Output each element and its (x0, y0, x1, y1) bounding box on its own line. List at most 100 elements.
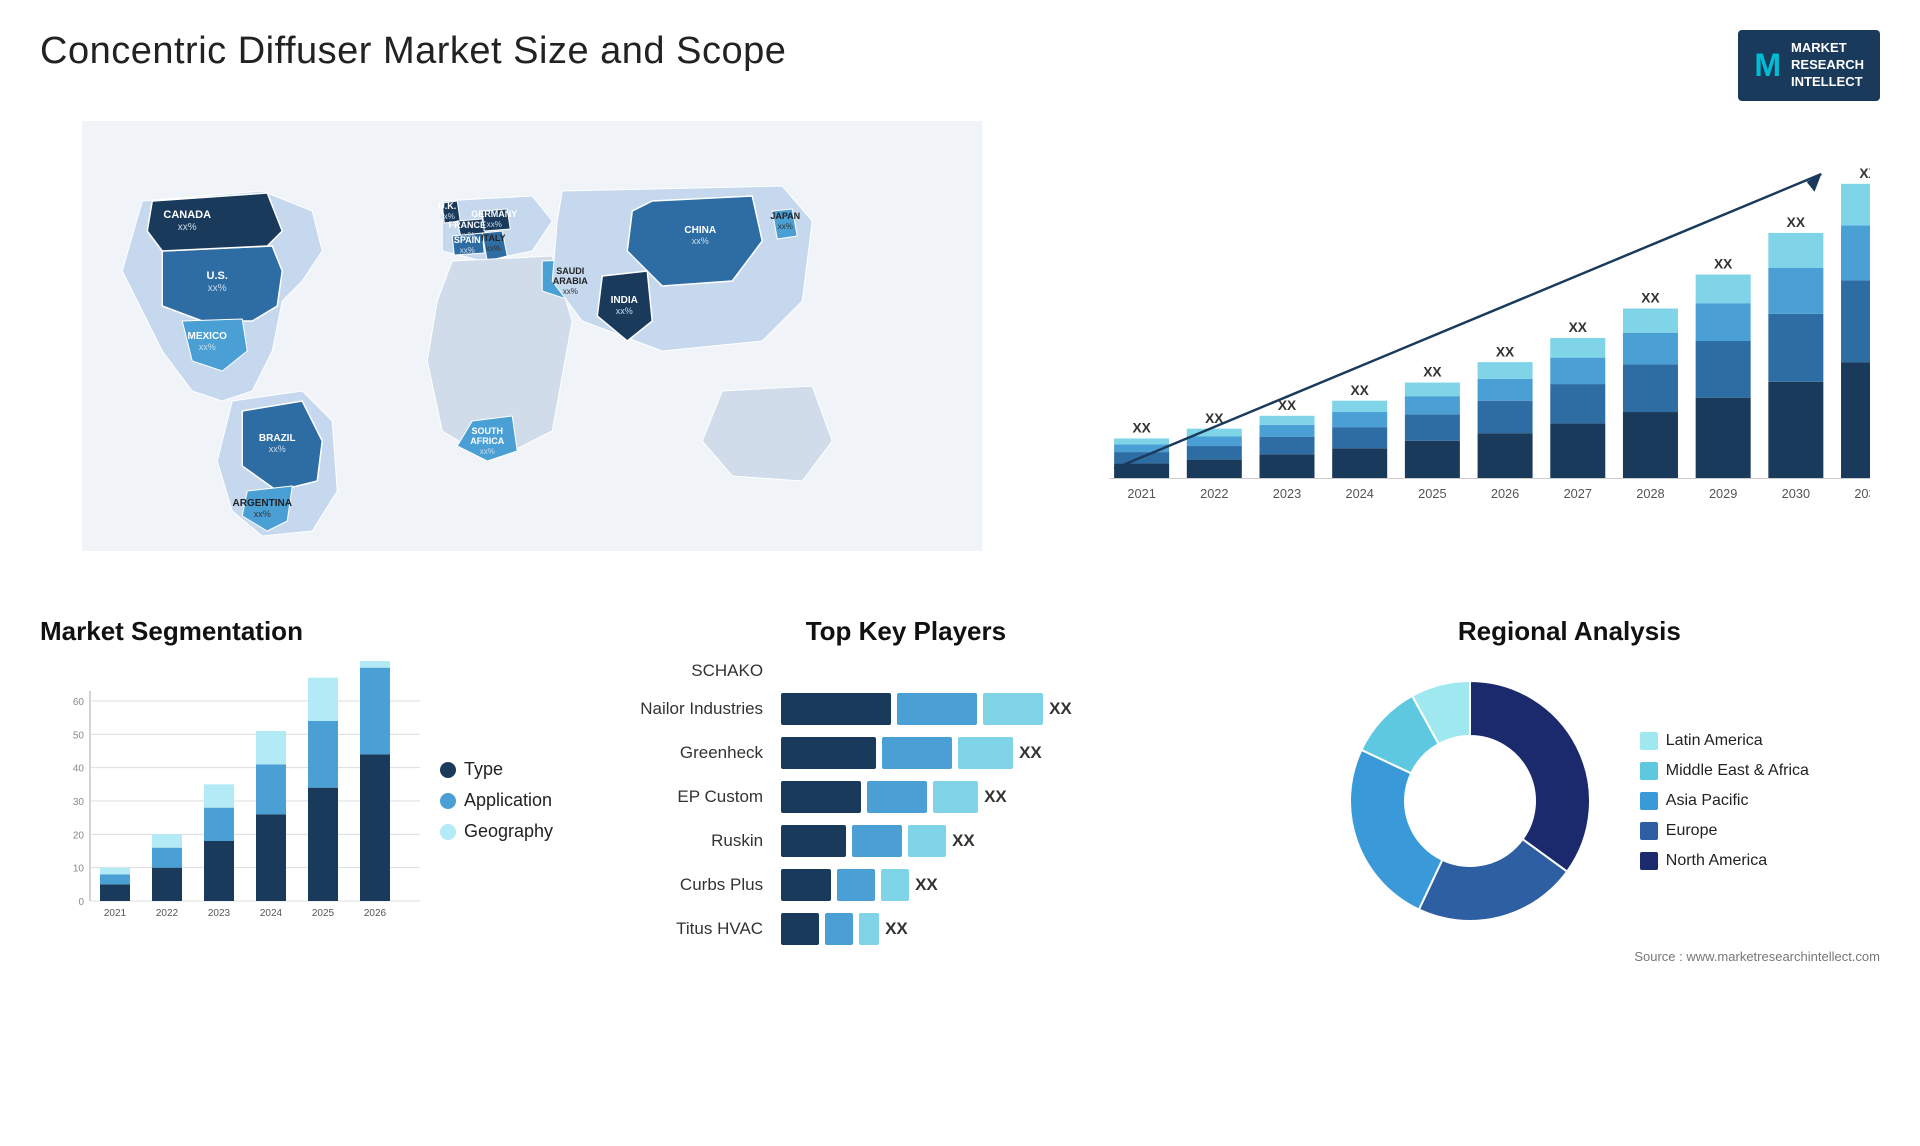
svg-text:SPAIN: SPAIN (454, 235, 481, 245)
player-bar-wrap: XX (781, 825, 1239, 857)
svg-text:ARGENTINA: ARGENTINA (233, 498, 292, 509)
svg-text:2021: 2021 (104, 908, 127, 919)
player-name: Titus HVAC (573, 919, 773, 939)
svg-text:GERMANY: GERMANY (471, 209, 517, 219)
legend-dot-icon (440, 793, 456, 809)
svg-text:60: 60 (73, 697, 85, 708)
svg-text:2021: 2021 (1127, 486, 1155, 501)
player-name: Curbs Plus (573, 875, 773, 895)
player-xx-label: XX (984, 787, 1007, 807)
player-bar (908, 825, 946, 857)
svg-text:MEXICO: MEXICO (188, 331, 228, 342)
svg-text:2025: 2025 (312, 908, 335, 919)
svg-text:U.K.: U.K. (438, 201, 456, 211)
player-bar (781, 781, 861, 813)
svg-text:XX: XX (1786, 215, 1805, 230)
source-line: Source : www.marketresearchintellect.com (1259, 949, 1880, 964)
donut-legend-color-icon (1640, 852, 1658, 870)
donut-legend-color-icon (1640, 732, 1658, 750)
svg-text:AFRICA: AFRICA (470, 436, 504, 446)
player-row: Titus HVAC XX (573, 913, 1239, 945)
player-name: SCHAKO (573, 661, 773, 681)
svg-text:2023: 2023 (208, 908, 231, 919)
growth-chart-container: XXXXXXXXXXXXXXXXXXXXXX 20212022202320242… (1045, 121, 1881, 586)
donut-legend-label: North America (1666, 852, 1767, 870)
player-bar-wrap: XX (781, 781, 1239, 813)
svg-text:INDIA: INDIA (611, 295, 638, 306)
svg-text:XX: XX (1132, 420, 1151, 435)
svg-text:xx%: xx% (778, 222, 793, 231)
legend-label: Geography (464, 821, 553, 842)
player-bar (837, 869, 875, 901)
player-row: SCHAKO (573, 661, 1239, 681)
svg-text:XX: XX (1423, 364, 1442, 379)
svg-text:xx%: xx% (208, 283, 227, 294)
svg-text:2029: 2029 (1708, 486, 1736, 501)
player-name: Nailor Industries (573, 699, 773, 719)
svg-text:xx%: xx% (563, 287, 578, 296)
svg-text:2022: 2022 (1200, 486, 1228, 501)
donut-legend-color-icon (1640, 762, 1658, 780)
logo: M MARKET RESEARCH INTELLECT (1738, 30, 1880, 101)
legend-item: Application (440, 790, 553, 811)
svg-text:2030: 2030 (1781, 486, 1809, 501)
donut-svg (1330, 661, 1610, 941)
donut-legend-color-icon (1640, 792, 1658, 810)
player-xx-label: XX (1049, 699, 1072, 719)
page-header: Concentric Diffuser Market Size and Scop… (40, 30, 1880, 101)
player-bar-wrap: XX (781, 693, 1239, 725)
svg-text:xx%: xx% (254, 509, 271, 519)
top-section: CANADA xx% U.S. xx% MEXICO xx% BRAZIL xx… (40, 121, 1880, 586)
segmentation-legend: TypeApplicationGeography (440, 759, 553, 842)
donut-legend-item: Latin America (1640, 732, 1809, 750)
svg-text:XX: XX (1350, 382, 1369, 397)
player-row: Greenheck XX (573, 737, 1239, 769)
svg-text:XX: XX (1859, 166, 1870, 181)
legend-item: Geography (440, 821, 553, 842)
svg-text:JAPAN: JAPAN (770, 211, 800, 221)
player-bar (781, 825, 846, 857)
player-bar (781, 737, 876, 769)
svg-text:XX: XX (1641, 290, 1660, 305)
map-svg: CANADA xx% U.S. xx% MEXICO xx% BRAZIL xx… (40, 121, 1025, 551)
donut-legend-item: Asia Pacific (1640, 792, 1809, 810)
donut-legend-item: North America (1640, 852, 1809, 870)
svg-text:xx%: xx% (692, 236, 709, 246)
svg-text:0: 0 (78, 897, 84, 908)
donut-legend-label: Middle East & Africa (1666, 762, 1809, 780)
svg-text:2026: 2026 (1490, 486, 1518, 501)
donut-legend-item: Middle East & Africa (1640, 762, 1809, 780)
svg-text:2031: 2031 (1854, 486, 1870, 501)
player-bar (897, 693, 977, 725)
donut-legend-color-icon (1640, 822, 1658, 840)
player-bar-wrap: XX (781, 913, 1239, 945)
logo-m-icon: M (1754, 47, 1781, 84)
segmentation-title: Market Segmentation (40, 616, 553, 647)
svg-text:SAUDI: SAUDI (556, 266, 584, 276)
player-bar-wrap: XX (781, 737, 1239, 769)
player-xx-label: XX (1019, 743, 1042, 763)
bottom-section: Market Segmentation 01020304050602021202… (40, 616, 1880, 964)
player-row: Curbs Plus XX (573, 869, 1239, 901)
svg-text:40: 40 (73, 763, 85, 774)
players-table: SCHAKO Nailor Industries XX Greenheck XX EP C… (573, 661, 1239, 945)
player-name: Greenheck (573, 743, 773, 763)
player-bar (781, 913, 819, 945)
svg-text:10: 10 (73, 863, 85, 874)
player-name: EP Custom (573, 787, 773, 807)
svg-text:2028: 2028 (1636, 486, 1664, 501)
donut-legend: Latin America Middle East & Africa Asia Pa… (1640, 732, 1809, 870)
svg-text:xx%: xx% (178, 222, 197, 233)
svg-text:SOUTH: SOUTH (472, 426, 504, 436)
player-bar (781, 693, 891, 725)
player-xx-label: XX (915, 875, 938, 895)
svg-text:xx%: xx% (487, 220, 502, 229)
player-bar (867, 781, 927, 813)
svg-text:ARABIA: ARABIA (553, 276, 588, 286)
player-row: Nailor Industries XX (573, 693, 1239, 725)
donut-wrapper: Latin America Middle East & Africa Asia Pa… (1259, 661, 1880, 941)
svg-text:xx%: xx% (199, 342, 216, 352)
svg-text:2027: 2027 (1563, 486, 1591, 501)
segmentation-section: Market Segmentation 01020304050602021202… (40, 616, 553, 964)
svg-text:2023: 2023 (1272, 486, 1300, 501)
